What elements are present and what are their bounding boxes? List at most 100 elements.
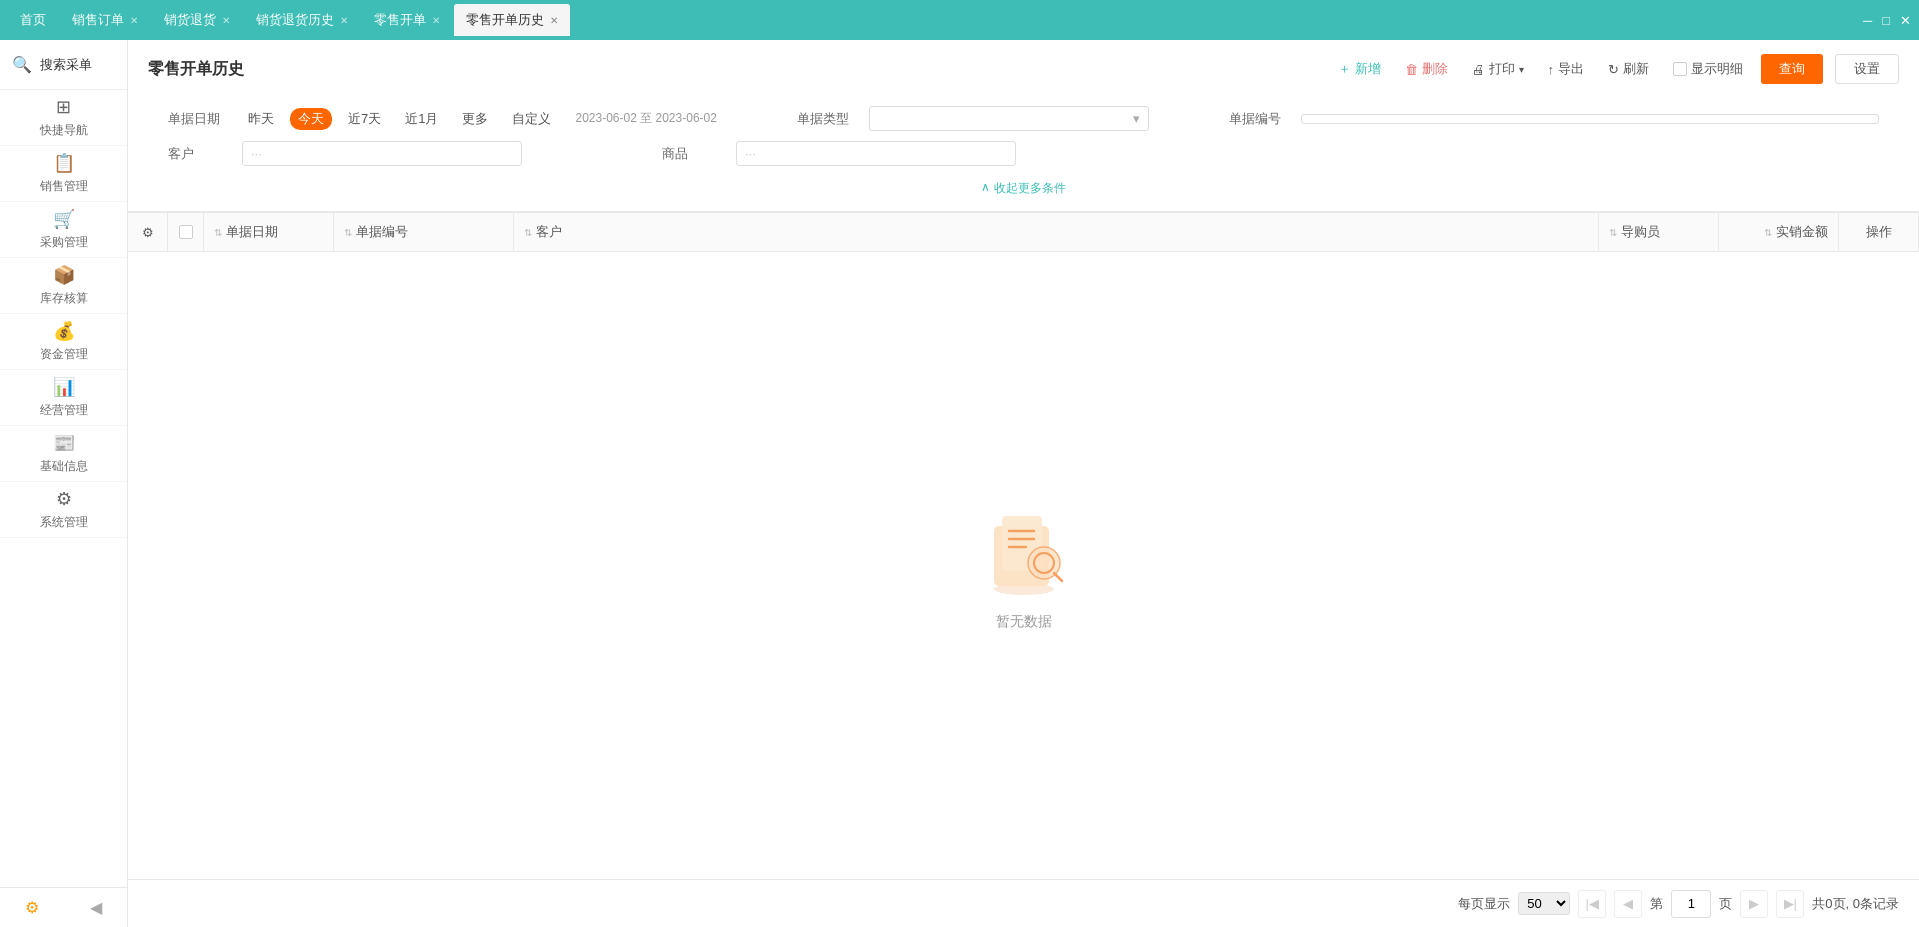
operations-icon: 📊 <box>53 376 75 398</box>
page-first-btn[interactable]: |◀ <box>1578 890 1606 918</box>
export-icon: ↑ <box>1548 62 1555 77</box>
main-layout: 🔍 搜索采单 ⊞ 快捷导航 📋 销售管理 🛒 采购管理 📦 库存核算 💰 <box>0 40 1919 927</box>
date-filter-label: 单据日期 <box>168 110 220 128</box>
date-opt-yesterday[interactable]: 昨天 <box>240 108 282 130</box>
window-close[interactable]: ✕ <box>1900 13 1911 28</box>
th-settings[interactable]: ⚙ <box>128 213 168 251</box>
tab-retail-open[interactable]: 零售开单 ✕ <box>362 4 452 36</box>
page-label-suffix: 页 <box>1719 895 1732 913</box>
show-detail-checkbox[interactable] <box>1673 62 1687 76</box>
toolbar-actions: ＋ 新增 🗑 删除 🖨 打印 ▾ ↑ 导出 <box>1332 54 1900 84</box>
sidebar-settings-btn[interactable]: ⚙ <box>25 898 39 917</box>
setting-button[interactable]: 设置 <box>1835 54 1899 84</box>
sidebar-item-system[interactable]: ⚙ 系统管理 <box>0 482 127 538</box>
date-opt-today[interactable]: 今天 <box>290 108 332 130</box>
sidebar-bottom: ⚙ ◀ <box>0 887 127 927</box>
sidebar: 🔍 搜索采单 ⊞ 快捷导航 📋 销售管理 🛒 采购管理 📦 库存核算 💰 <box>0 40 128 927</box>
order-type-select[interactable]: ▾ <box>869 106 1149 131</box>
finance-icon: 💰 <box>53 320 75 342</box>
date-options: 昨天 今天 近7天 近1月 更多 自定义 2023-06-02 至 2023-0… <box>240 108 717 130</box>
th-client[interactable]: ⇅ 客户 <box>514 213 1599 251</box>
product-input[interactable]: ··· <box>736 141 1016 166</box>
sidebar-collapse-btn[interactable]: ◀ <box>90 898 102 917</box>
date-opt-custom[interactable]: 自定义 <box>504 108 559 130</box>
refresh-button[interactable]: ↻ 刷新 <box>1602 56 1655 82</box>
sidebar-item-sales-mgmt[interactable]: 📋 销售管理 <box>0 146 127 202</box>
window-minimize[interactable]: ─ <box>1863 13 1872 28</box>
close-tab-sales-return-history[interactable]: ✕ <box>340 15 348 26</box>
page-prev-btn[interactable]: ◀ <box>1614 890 1642 918</box>
pagination: 每页显示 50 100 200 |◀ ◀ 第 页 ▶ ▶| 共0页, 0条记录 <box>128 879 1919 927</box>
empty-state: 暂无数据 <box>128 252 1919 879</box>
date-opt-more[interactable]: 更多 <box>454 108 496 130</box>
sidebar-search[interactable]: 🔍 搜索采单 <box>0 40 127 90</box>
close-tab-sales-return[interactable]: ✕ <box>222 15 230 26</box>
tab-retail-open-history[interactable]: 零售开单历史 ✕ <box>454 4 570 36</box>
total-info: 共0页, 0条记录 <box>1812 895 1899 913</box>
operations-label: 经营管理 <box>40 402 88 419</box>
th-amount[interactable]: ⇅ 实销金额 <box>1719 213 1839 251</box>
select-all-checkbox[interactable] <box>179 225 193 239</box>
basic-info-icon: 📰 <box>53 432 75 454</box>
per-page-label: 每页显示 <box>1458 895 1510 913</box>
order-type-label: 单据类型 <box>797 110 849 128</box>
inventory-icon: 📦 <box>53 264 75 286</box>
tab-sales-return-history[interactable]: 销货退货历史 ✕ <box>244 4 360 36</box>
show-detail-toggle[interactable]: 显示明细 <box>1667 56 1749 82</box>
window-maximize[interactable]: □ <box>1882 13 1890 28</box>
page-last-btn[interactable]: ▶| <box>1776 890 1804 918</box>
tab-sales-return[interactable]: 销货退货 ✕ <box>152 4 242 36</box>
th-op: 操作 <box>1839 213 1919 251</box>
sort-client-icon: ⇅ <box>524 227 532 238</box>
quick-nav-label: 快捷导航 <box>40 122 88 139</box>
print-button[interactable]: 🖨 打印 ▾ <box>1466 56 1530 82</box>
date-opt-7days[interactable]: 近7天 <box>340 108 389 130</box>
close-tab-retail-open[interactable]: ✕ <box>432 15 440 26</box>
table-header: ⚙ ⇅ 单据日期 ⇅ 单据编号 ⇅ 客户 ⇅ <box>128 212 1919 252</box>
table-container: ⚙ ⇅ 单据日期 ⇅ 单据编号 ⇅ 客户 ⇅ <box>128 212 1919 927</box>
purchase-mgmt-label: 采购管理 <box>40 234 88 251</box>
query-button[interactable]: 查询 <box>1761 54 1823 84</box>
refresh-icon: ↻ <box>1608 62 1619 77</box>
sidebar-item-purchase-mgmt[interactable]: 🛒 采购管理 <box>0 202 127 258</box>
tab-sales-order[interactable]: 销售订单 ✕ <box>60 4 150 36</box>
customer-filter-label: 客户 <box>168 145 194 163</box>
order-no-input[interactable] <box>1301 114 1879 124</box>
page-number-input[interactable] <box>1671 890 1711 918</box>
sidebar-item-basic-info[interactable]: 📰 基础信息 <box>0 426 127 482</box>
add-icon: ＋ <box>1338 60 1351 78</box>
add-button[interactable]: ＋ 新增 <box>1332 56 1387 82</box>
product-filter-label: 商品 <box>662 145 688 163</box>
order-no-label: 单据编号 <box>1229 110 1281 128</box>
sidebar-item-inventory[interactable]: 📦 库存核算 <box>0 258 127 314</box>
sidebar-item-quick-nav[interactable]: ⊞ 快捷导航 <box>0 90 127 146</box>
empty-icon <box>974 501 1074 601</box>
sort-guide-icon: ⇅ <box>1609 227 1617 238</box>
th-no[interactable]: ⇅ 单据编号 <box>334 213 514 251</box>
th-guide[interactable]: ⇅ 导购员 <box>1599 213 1719 251</box>
sidebar-item-operations[interactable]: 📊 经营管理 <box>0 370 127 426</box>
page-next-btn[interactable]: ▶ <box>1740 890 1768 918</box>
date-opt-1month[interactable]: 近1月 <box>397 108 446 130</box>
filter-area: 单据日期 昨天 今天 近7天 近1月 更多 自定义 2023-06-02 至 2… <box>148 96 1899 211</box>
print-dropdown-icon: ▾ <box>1519 64 1524 75</box>
filter-row-1: 单据日期 昨天 今天 近7天 近1月 更多 自定义 2023-06-02 至 2… <box>168 106 1879 131</box>
collapse-filters-btn[interactable]: ∧ 收起更多条件 <box>168 176 1879 201</box>
sort-no-icon: ⇅ <box>344 227 352 238</box>
th-check[interactable] <box>168 213 204 251</box>
close-tab-retail-open-history[interactable]: ✕ <box>550 15 558 26</box>
date-range-display: 2023-06-02 至 2023-06-02 <box>575 110 716 127</box>
delete-button[interactable]: 🗑 删除 <box>1399 56 1454 82</box>
tab-home[interactable]: + 新增 首页 <box>8 4 58 36</box>
close-tab-sales-order[interactable]: ✕ <box>130 15 138 26</box>
per-page-select[interactable]: 50 100 200 <box>1518 892 1570 915</box>
collapse-icon: ∧ <box>981 180 990 197</box>
sidebar-item-finance[interactable]: 💰 资金管理 <box>0 314 127 370</box>
th-date[interactable]: ⇅ 单据日期 <box>204 213 334 251</box>
filter-row-2: 客户 ··· 商品 ··· <box>168 141 1879 166</box>
top-bar: + 新增 首页 销售订单 ✕ 销货退货 ✕ 销货退货历史 ✕ 零售开单 ✕ 零售… <box>0 0 1919 40</box>
customer-input[interactable]: ··· <box>242 141 522 166</box>
export-button[interactable]: ↑ 导出 <box>1542 56 1591 82</box>
sales-mgmt-icon: 📋 <box>53 152 75 174</box>
inventory-label: 库存核算 <box>40 290 88 307</box>
